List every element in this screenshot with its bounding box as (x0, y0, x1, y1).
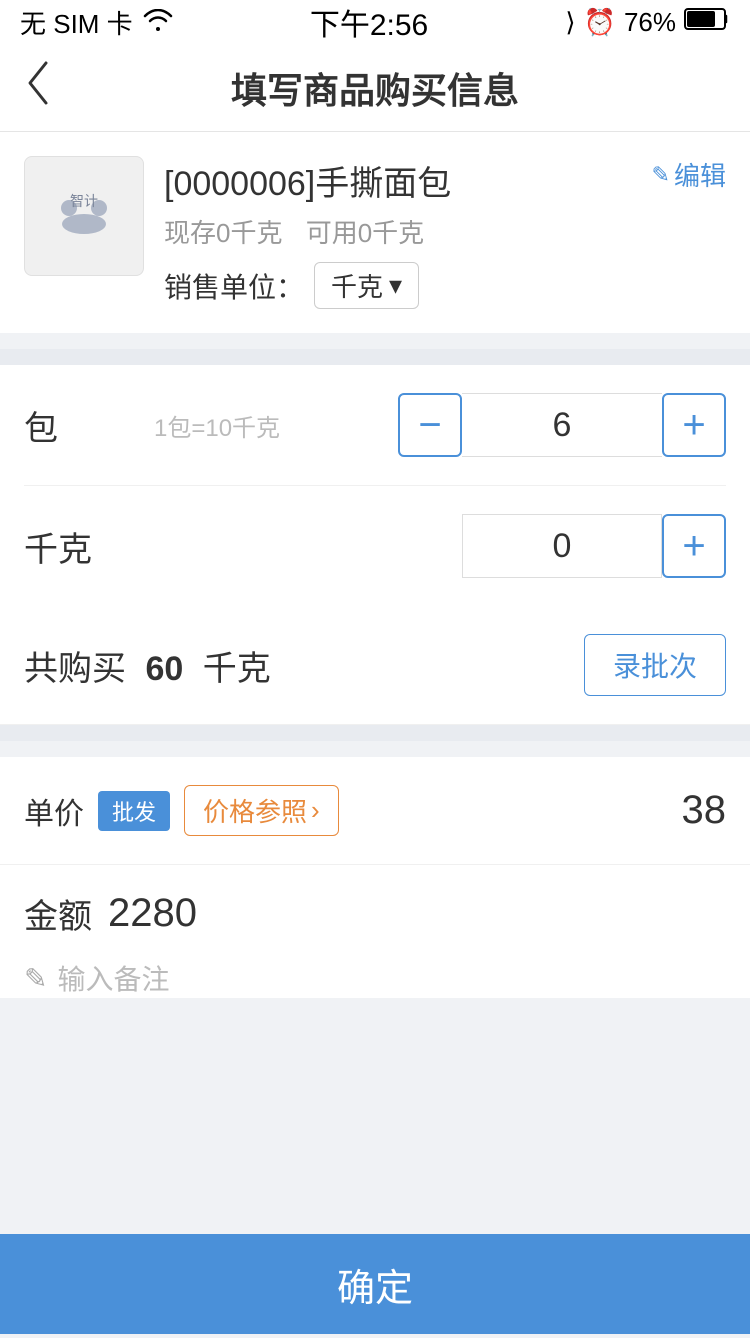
page-title: 填写商品购买信息 (231, 62, 519, 114)
bag-label: 包 (24, 401, 144, 450)
price-ref-arrow: › (311, 795, 320, 826)
bag-decrease-button[interactable]: − (398, 393, 462, 457)
batch-label: 录批次 (613, 651, 697, 682)
location-icon: ⟩ (565, 7, 575, 38)
input-section: 包 1包=10千克 − + 千克 + (0, 365, 750, 606)
total-prefix: 共购买 (24, 650, 126, 688)
kg-qty-control: + (462, 514, 726, 578)
stock-text: 现存0千克 (164, 218, 282, 248)
price-section: 单价 批发 价格参照 › 38 (0, 757, 750, 864)
edit-icon: ✎ (652, 162, 670, 188)
price-ref-label: 价格参照 (203, 792, 307, 829)
alarm-icon: ⏰ (584, 7, 616, 38)
total-text: 共购买 60 千克 (24, 641, 271, 690)
back-button[interactable] (24, 59, 52, 117)
status-left: 无 SIM 卡 (20, 4, 173, 41)
wifi-icon (143, 7, 173, 38)
section-divider-2 (0, 725, 750, 741)
price-type-tag: 批发 (98, 791, 170, 831)
bag-qty-input[interactable] (462, 393, 662, 457)
product-image: 智计 (24, 156, 144, 276)
total-row: 共购买 60 千克 录批次 (0, 606, 750, 725)
bag-qty-control: − + (398, 393, 726, 457)
unit-value: 千克 (331, 267, 383, 304)
price-label: 单价 (24, 789, 84, 833)
product-info: [0000006]手撕面包 现存0千克 可用0千克 销售单位： 千克 ▾ (164, 156, 726, 309)
amount-row: 金额 2280 (24, 889, 726, 938)
bag-hint: 1包=10千克 (154, 408, 398, 443)
status-bar: 无 SIM 卡 下午2:56 ⟩ ⏰ 76% (0, 0, 750, 44)
kg-row: 千克 + (24, 486, 726, 606)
bag-row: 包 1包=10千克 − + (24, 365, 726, 486)
status-right: ⟩ ⏰ 76% (565, 7, 730, 38)
available-text: 可用0千克 (306, 218, 424, 248)
amount-section: 金额 2280 ✎ 输入备注 (0, 864, 750, 998)
battery-text: 76% (624, 7, 676, 38)
kg-qty-input[interactable] (462, 514, 662, 578)
no-sim-text: 无 SIM 卡 (20, 4, 133, 41)
nav-bar: 填写商品购买信息 (0, 44, 750, 132)
status-time: 下午2:56 (310, 0, 428, 44)
remark-icon: ✎ (24, 962, 47, 995)
svg-text:智计: 智计 (70, 193, 98, 209)
unit-dropdown-icon: ▾ (389, 270, 402, 301)
product-unit: 销售单位： 千克 ▾ (164, 262, 726, 309)
remark-row[interactable]: ✎ 输入备注 (24, 958, 726, 998)
kg-increase-button[interactable]: + (662, 514, 726, 578)
product-name: [0000006]手撕面包 (164, 156, 726, 205)
product-card: 智计 [0000006]手撕面包 现存0千克 可用0千克 销售单位： 千克 ▾ … (0, 132, 750, 333)
kg-label: 千克 (24, 522, 144, 571)
remark-placeholder: 输入备注 (57, 958, 169, 998)
product-stock: 现存0千克 可用0千克 (164, 213, 726, 250)
amount-label: 金额 (24, 889, 92, 938)
unit-label: 销售单位： (164, 266, 304, 306)
section-divider-1 (0, 349, 750, 365)
price-value: 38 (682, 788, 727, 833)
confirm-label: 确定 (337, 1257, 413, 1312)
price-ref-button[interactable]: 价格参照 › (184, 785, 339, 836)
amount-value: 2280 (108, 891, 197, 936)
bag-increase-button[interactable]: + (662, 393, 726, 457)
edit-button[interactable]: ✎ 编辑 (652, 156, 726, 193)
confirm-bar[interactable]: 确定 (0, 1234, 750, 1334)
edit-label: 编辑 (674, 156, 726, 193)
battery-icon (684, 7, 730, 38)
total-amount: 60 (145, 650, 183, 688)
unit-select[interactable]: 千克 ▾ (314, 262, 419, 309)
batch-button[interactable]: 录批次 (584, 634, 726, 696)
total-unit: 千克 (203, 650, 271, 688)
